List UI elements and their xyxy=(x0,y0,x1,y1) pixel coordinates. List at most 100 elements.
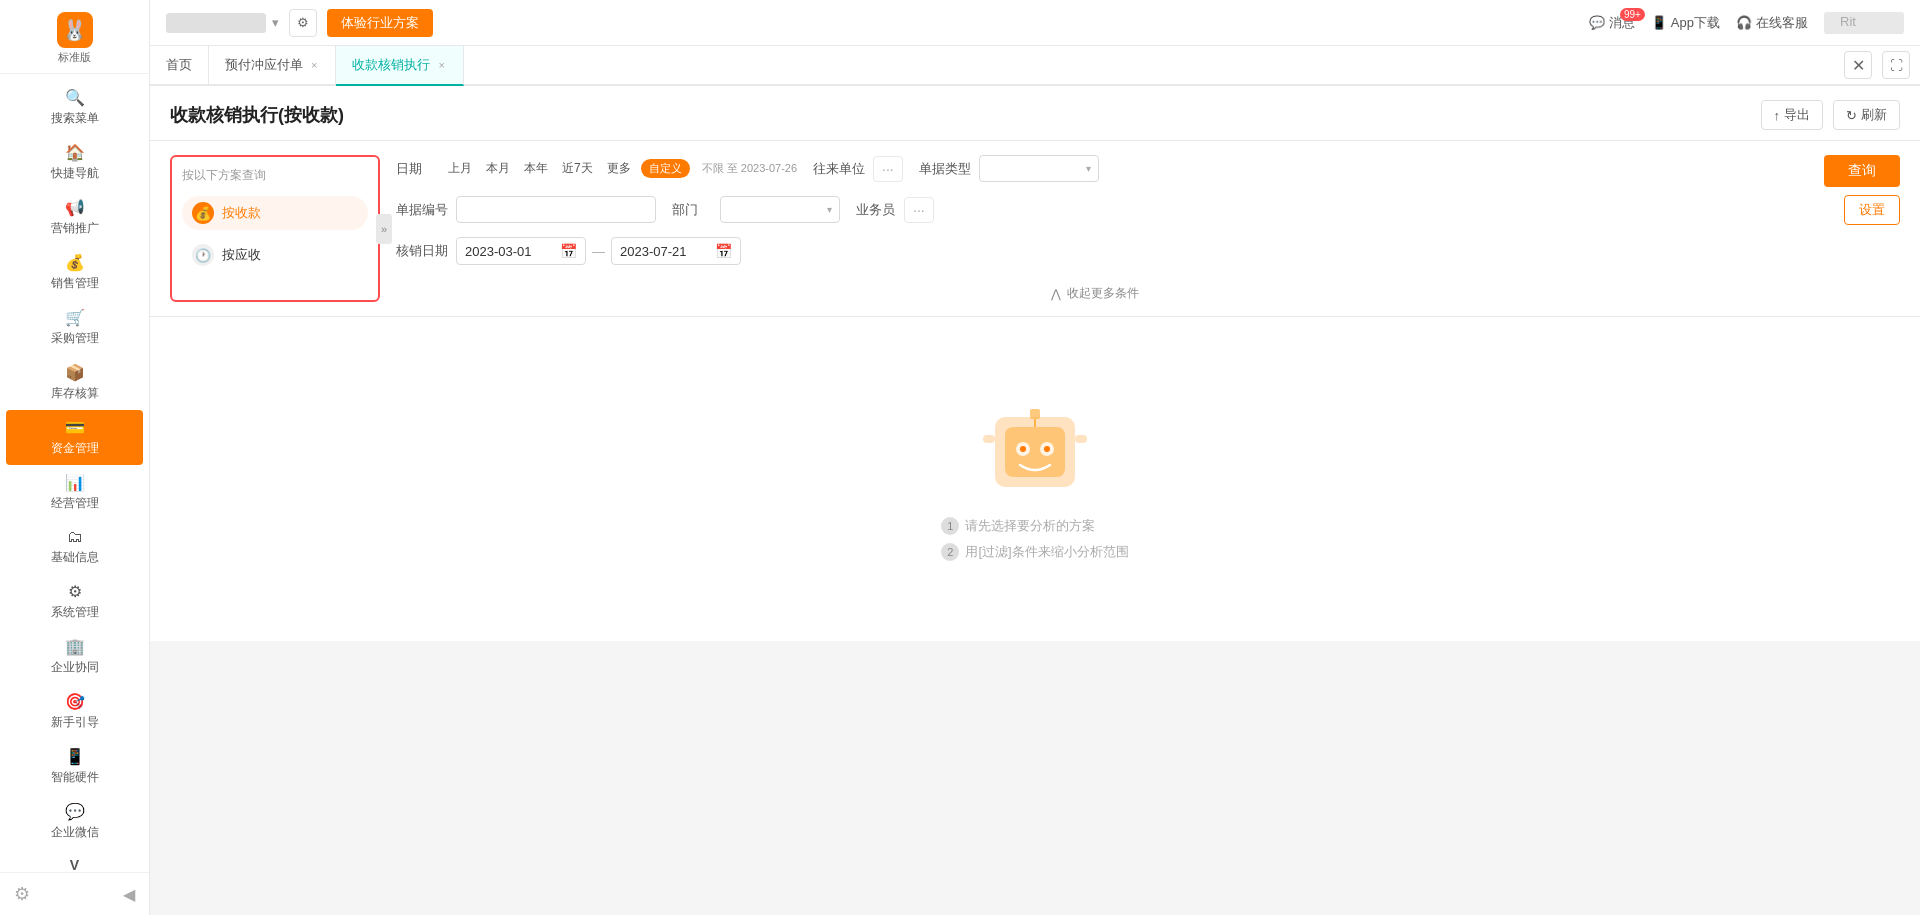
sidebar-item-label: 销售管理 xyxy=(51,275,99,292)
ops-icon: 📊 xyxy=(65,473,85,492)
empty-hint-1: 1 请先选择要分析的方案 xyxy=(941,517,1128,535)
query-button[interactable]: 查询 xyxy=(1824,155,1900,187)
sidebar-item-hardware[interactable]: 📱 智能硬件 xyxy=(0,739,149,794)
empty-hint-1-text: 请先选择要分析的方案 xyxy=(965,517,1095,535)
sidebar-item-basic-info[interactable]: 🗂 基础信息 xyxy=(0,520,149,574)
date-field: 日期 上月 本月 本年 近7天 更多 自定义 xyxy=(396,158,797,179)
online-service-button[interactable]: 🎧 在线客服 xyxy=(1736,14,1808,32)
salesperson-more-button[interactable]: ··· xyxy=(904,197,934,223)
online-service-label: 在线客服 xyxy=(1756,14,1808,32)
message-button[interactable]: 💬 消息 99+ xyxy=(1589,14,1635,32)
user-profile[interactable]: Rit xyxy=(1824,12,1904,34)
sidebar-item-system[interactable]: ⚙ 系统管理 xyxy=(0,574,149,629)
sidebar-item-finance[interactable]: 💳 资金管理 xyxy=(6,410,143,465)
industry-solution-button[interactable]: 体验行业方案 xyxy=(327,9,433,37)
dept-label: 部门 xyxy=(672,201,712,219)
sidebar-item-label: 库存核算 xyxy=(51,385,99,402)
sidebar-item-quick-nav[interactable]: 🏠 快捷导航 xyxy=(0,135,149,190)
filter-left-collapse-button[interactable]: » xyxy=(376,214,392,244)
date-last-month[interactable]: 上月 xyxy=(444,158,476,179)
writeoff-date-end-value: 2023-07-21 xyxy=(620,244,687,259)
writeoff-date-range: 2023-03-01 📅 — 2023-07-21 📅 xyxy=(456,237,741,265)
date-this-month[interactable]: 本月 xyxy=(482,158,514,179)
tab-bar: 首页 预付冲应付单 × 收款核销执行 × ✕ ⛶ xyxy=(150,46,1920,86)
collapse-more-button[interactable]: ⋀ 收起更多条件 xyxy=(396,279,1794,302)
gear-button[interactable]: ⚙ xyxy=(289,9,317,37)
hardware-icon: 📱 xyxy=(65,747,85,766)
tab-receipt-writeoff-close[interactable]: × xyxy=(436,57,446,73)
filter-option-by-receivable[interactable]: 🕐 按应收 xyxy=(182,238,368,272)
writeoff-date-field: 核销日期 2023-03-01 📅 — 2023-07-21 xyxy=(396,237,741,265)
sidebar-item-inventory[interactable]: 📦 库存核算 xyxy=(0,355,149,410)
sidebar-item-sales[interactable]: 💰 销售管理 xyxy=(0,245,149,300)
tab-receipt-writeoff[interactable]: 收款核销执行 × xyxy=(336,46,463,86)
sidebar-item-marketing[interactable]: 📢 营销推广 xyxy=(0,190,149,245)
date-this-year[interactable]: 本年 xyxy=(520,158,552,179)
tab-bar-end: ✕ ⛶ xyxy=(1834,46,1920,84)
dept-field: 部门 ▾ xyxy=(672,196,840,223)
calendar-start-icon: 📅 xyxy=(560,243,577,259)
sidebar-item-purchase[interactable]: 🛒 采购管理 xyxy=(0,300,149,355)
date-no-limit-label: 不限 至 2023-07-26 xyxy=(702,161,797,176)
tab-close-window-button[interactable]: ✕ xyxy=(1844,51,1872,79)
filter-left-title: 按以下方案查询 xyxy=(182,167,368,184)
sidebar-item-label: 新手引导 xyxy=(51,714,99,731)
tab-fullscreen-button[interactable]: ⛶ xyxy=(1882,51,1910,79)
doc-no-input[interactable] xyxy=(456,196,656,223)
member-icon: V xyxy=(70,857,79,872)
sidebar-item-label: 采购管理 xyxy=(51,330,99,347)
sidebar-item-label: 基础信息 xyxy=(51,549,99,566)
writeoff-date-label: 核销日期 xyxy=(396,242,448,260)
sidebar-item-search-menu[interactable]: 🔍 搜索菜单 xyxy=(0,80,149,135)
refresh-button[interactable]: ↻ 刷新 xyxy=(1833,100,1900,130)
doc-no-label: 单据编号 xyxy=(396,201,448,219)
sidebar-item-guide[interactable]: 🎯 新手引导 xyxy=(0,684,149,739)
purchase-icon: 🛒 xyxy=(65,308,85,327)
date-more[interactable]: 更多 xyxy=(603,158,635,179)
salesperson-field: 业务员 ··· xyxy=(856,197,934,223)
filter-row-3: 核销日期 2023-03-01 📅 — 2023-07-21 xyxy=(396,237,1794,265)
settings-button[interactable]: 设置 xyxy=(1844,195,1900,225)
counterparty-more-button[interactable]: ··· xyxy=(873,156,903,182)
marketing-icon: 📢 xyxy=(65,198,85,217)
date-custom-badge[interactable]: 自定义 xyxy=(641,159,690,178)
sidebar-item-wechat[interactable]: 💬 企业微信 xyxy=(0,794,149,849)
sidebar-collapse-icon[interactable]: ◀ xyxy=(123,885,135,904)
empty-illustration xyxy=(975,397,1095,497)
filter-right-panel: 日期 上月 本月 本年 近7天 更多 自定义 xyxy=(396,155,1900,302)
doc-type-field: 单据类型 ▾ xyxy=(919,155,1099,182)
filter-option-by-receipt[interactable]: 💰 按收款 xyxy=(182,196,368,230)
writeoff-date-end-input[interactable]: 2023-07-21 📅 xyxy=(611,237,741,265)
empty-hint-2-text: 用[过滤]条件来缩小分析范围 xyxy=(965,543,1128,561)
date-label: 日期 xyxy=(396,160,436,178)
doc-type-select[interactable] xyxy=(979,155,1099,182)
message-icon: 💬 xyxy=(1589,15,1605,30)
enterprise-icon: 🏢 xyxy=(65,637,85,656)
brand-name xyxy=(166,13,266,33)
counterparty-label: 往来单位 xyxy=(813,160,865,178)
dept-select[interactable] xyxy=(720,196,840,223)
tab-prepayment[interactable]: 预付冲应付单 × xyxy=(209,46,336,86)
app-download-button[interactable]: 📱 App下载 xyxy=(1651,14,1720,32)
date-7days[interactable]: 近7天 xyxy=(558,158,597,179)
phone-icon: 📱 xyxy=(1651,15,1667,30)
filter-left-panel: 按以下方案查询 💰 按收款 🕐 按应收 » xyxy=(170,155,380,302)
sidebar-settings-icon[interactable]: ⚙ xyxy=(14,883,30,905)
sidebar: 🐰 标准版 🔍 搜索菜单 🏠 快捷导航 📢 营销推广 💰 销售管理 🛒 采购管理… xyxy=(0,0,150,915)
sidebar-item-label: 搜索菜单 xyxy=(51,110,99,127)
empty-hints: 1 请先选择要分析的方案 2 用[过滤]条件来缩小分析范围 xyxy=(941,517,1128,561)
sidebar-nav: 🔍 搜索菜单 🏠 快捷导航 📢 营销推广 💰 销售管理 🛒 采购管理 📦 库存核… xyxy=(0,74,149,872)
writeoff-date-start-input[interactable]: 2023-03-01 📅 xyxy=(456,237,586,265)
sidebar-logo: 🐰 标准版 xyxy=(0,0,149,74)
page-header: 收款核销执行(按收款) ↑ 导出 ↻ 刷新 xyxy=(150,86,1920,141)
page-title: 收款核销执行(按收款) xyxy=(170,103,344,127)
tab-home[interactable]: 首页 xyxy=(150,46,209,86)
svg-point-5 xyxy=(1044,446,1050,452)
sidebar-item-enterprise[interactable]: 🏢 企业协同 xyxy=(0,629,149,684)
page-content: 收款核销执行(按收款) ↑ 导出 ↻ 刷新 按以下方案查询 💰 按收款 xyxy=(150,86,1920,915)
sidebar-item-member[interactable]: V 畅会员 xyxy=(0,849,149,872)
export-button[interactable]: ↑ 导出 xyxy=(1761,100,1824,130)
sidebar-item-ops[interactable]: 📊 经营管理 xyxy=(0,465,149,520)
tab-prepayment-close[interactable]: × xyxy=(309,57,319,73)
chevron-down-icon[interactable]: ▾ xyxy=(272,15,279,30)
